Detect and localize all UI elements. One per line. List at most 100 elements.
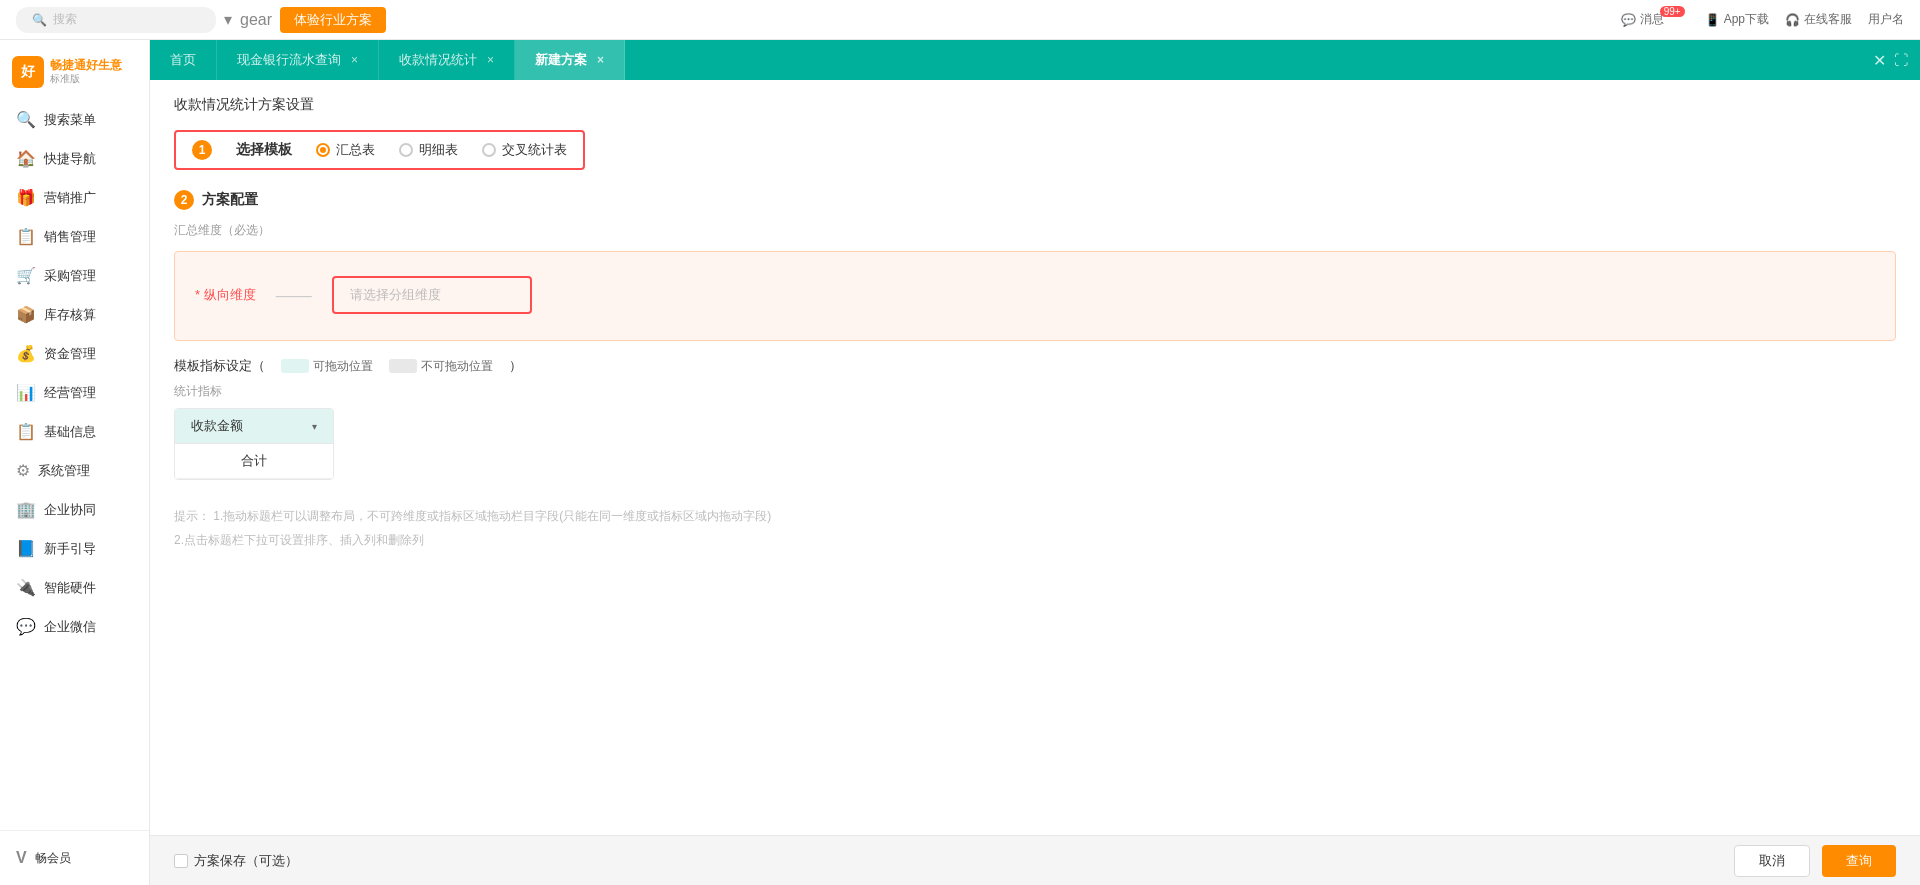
- drag-icon-box: [281, 359, 309, 373]
- download-area[interactable]: 📱 App下载: [1705, 11, 1769, 28]
- main-area: 首页 现金银行流水查询 × 收款情况统计 × 新建方案 × ✕ ⛶: [150, 40, 1920, 885]
- tab-bar: 首页 现金银行流水查询 × 收款情况统计 × 新建方案 × ✕ ⛶: [150, 40, 1920, 80]
- dim-input-box[interactable]: 请选择分组维度: [332, 276, 532, 314]
- notification-area[interactable]: 💬 消息 99+: [1621, 11, 1689, 28]
- header-left: 🔍 搜索 ▾ gear 体验行业方案: [16, 7, 386, 33]
- sidebar-item-guide[interactable]: 📘 新手引导: [0, 529, 149, 568]
- non-draggable-label: 不可拖动位置: [421, 358, 493, 375]
- page-content: 收款情况统计方案设置 1 选择模板 汇总表: [150, 80, 1920, 885]
- metrics-grid: 收款金额 ▾ 合计: [174, 408, 334, 480]
- sidebar-label-marketing: 营销推广: [44, 189, 96, 207]
- page-title: 收款情况统计方案设置: [174, 96, 1896, 114]
- metrics-dropdown-arrow[interactable]: ▾: [312, 421, 317, 432]
- sidebar-logo: 好 畅捷通好生意 标准版: [0, 48, 149, 100]
- download-icon: 📱: [1705, 13, 1720, 27]
- radio-summary[interactable]: 汇总表: [316, 141, 375, 159]
- top-search-bar[interactable]: 🔍 搜索: [16, 7, 216, 33]
- metrics-label-suffix: ）: [509, 357, 522, 375]
- sidebar-item-search-menu[interactable]: 🔍 搜索菜单: [0, 100, 149, 139]
- dropdown-arrow-icon[interactable]: ▾: [224, 10, 232, 29]
- system-icon: ⚙: [16, 461, 30, 480]
- dim-selector-area: 纵向维度 —— 请选择分组维度: [174, 251, 1896, 341]
- dim-row: 纵向维度 —— 请选择分组维度: [195, 276, 1875, 314]
- tab-new-plan[interactable]: 新建方案 ×: [515, 40, 625, 80]
- tab-window-close-icon[interactable]: ✕: [1873, 51, 1886, 70]
- dim-placeholder: 请选择分组维度: [350, 287, 441, 302]
- tab-receipt-stats[interactable]: 收款情况统计 ×: [379, 40, 515, 80]
- save-option[interactable]: 方案保存（可选）: [174, 852, 298, 870]
- cancel-button[interactable]: 取消: [1734, 845, 1810, 877]
- metrics-header-text: 收款金额: [191, 417, 243, 435]
- logo-icon: 好: [12, 56, 44, 88]
- finance-icon: 💰: [16, 344, 36, 363]
- sidebar-item-finance[interactable]: 💰 资金管理: [0, 334, 149, 373]
- sidebar-label-inventory: 库存核算: [44, 306, 96, 324]
- industry-btn[interactable]: 体验行业方案: [280, 7, 386, 33]
- sidebar-item-marketing[interactable]: 🎁 营销推广: [0, 178, 149, 217]
- tab-bank-flow[interactable]: 现金银行流水查询 ×: [217, 40, 379, 80]
- save-checkbox[interactable]: [174, 854, 188, 868]
- marketing-icon: 🎁: [16, 188, 36, 207]
- sidebar-item-member[interactable]: V 畅会员: [0, 839, 149, 877]
- metrics-section: 模板指标设定（ 可拖动位置 不可拖动位置 ）: [174, 357, 1896, 480]
- no-drag-icon-box: [389, 359, 417, 373]
- page-inner: 收款情况统计方案设置 1 选择模板 汇总表: [150, 80, 1920, 835]
- sidebar-label-smart-hw: 智能硬件: [44, 579, 96, 597]
- template-options: 1 选择模板 汇总表 明细表: [174, 130, 585, 170]
- query-button[interactable]: 查询: [1822, 845, 1896, 877]
- tab-home[interactable]: 首页: [150, 40, 217, 80]
- sidebar-item-corp-collab[interactable]: 🏢 企业协同: [0, 490, 149, 529]
- support-area[interactable]: 🎧 在线客服: [1785, 11, 1852, 28]
- main-layout: 好 畅捷通好生意 标准版 🔍 搜索菜单 🏠 快捷导航 🎁 营销推广 📋 销售管理…: [0, 40, 1920, 885]
- sidebar-label-sales: 销售管理: [44, 228, 96, 246]
- search-menu-icon: 🔍: [16, 110, 36, 129]
- operation-icon: 📊: [16, 383, 36, 402]
- plan-config-section: 汇总维度（必选） 纵向维度 —— 请选择分组维度: [174, 222, 1896, 552]
- corp-collab-icon: 🏢: [16, 500, 36, 519]
- metrics-category-label: 统计指标: [174, 383, 334, 400]
- metrics-grid-header[interactable]: 收款金额 ▾: [175, 409, 333, 444]
- message-icon: 💬: [1621, 13, 1636, 27]
- sidebar-item-smart-hw[interactable]: 🔌 智能硬件: [0, 568, 149, 607]
- sidebar-item-purchase[interactable]: 🛒 采购管理: [0, 256, 149, 295]
- notification-badge: 99+: [1660, 6, 1685, 17]
- tab-window-expand-icon[interactable]: ⛶: [1894, 52, 1908, 68]
- search-icon: 🔍: [32, 13, 47, 27]
- member-icon: V: [16, 849, 27, 867]
- sidebar-label-guide: 新手引导: [44, 540, 96, 558]
- quick-nav-icon: 🏠: [16, 149, 36, 168]
- metrics-category-area: 统计指标 收款金额 ▾ 合计: [174, 383, 334, 480]
- tab-bank-flow-close[interactable]: ×: [351, 54, 358, 66]
- tab-receipt-stats-close[interactable]: ×: [487, 54, 494, 66]
- step2-section: 2 方案配置 汇总维度（必选） 纵向维度 ——: [174, 190, 1896, 552]
- basic-info-icon: 📋: [16, 422, 36, 441]
- step1-header: 1 选择模板 汇总表 明细表: [174, 130, 1896, 170]
- radio-cross-label: 交叉统计表: [502, 141, 567, 159]
- tab-new-plan-close[interactable]: ×: [597, 54, 604, 66]
- purchase-icon: 🛒: [16, 266, 36, 285]
- sidebar-bottom: V 畅会员: [0, 830, 149, 885]
- sidebar-item-inventory[interactable]: 📦 库存核算: [0, 295, 149, 334]
- top-header: 🔍 搜索 ▾ gear 体验行业方案 💬 消息 99+ 📱 App下载 🎧 在线…: [0, 0, 1920, 40]
- header-right: 💬 消息 99+ 📱 App下载 🎧 在线客服 用户名: [1621, 11, 1904, 28]
- metrics-label: 模板指标设定（ 可拖动位置 不可拖动位置 ）: [174, 357, 1896, 375]
- sidebar-item-corp-wechat[interactable]: 💬 企业微信: [0, 607, 149, 646]
- sidebar-item-operation[interactable]: 📊 经营管理: [0, 373, 149, 412]
- sidebar-item-basic-info[interactable]: 📋 基础信息: [0, 412, 149, 451]
- sidebar-item-sales[interactable]: 📋 销售管理: [0, 217, 149, 256]
- sidebar-label-finance: 资金管理: [44, 345, 96, 363]
- radio-cross[interactable]: 交叉统计表: [482, 141, 567, 159]
- logo-text-area: 畅捷通好生意 标准版: [50, 58, 122, 86]
- tab-new-plan-label: 新建方案: [535, 51, 587, 69]
- inventory-icon: 📦: [16, 305, 36, 324]
- user-name[interactable]: 用户名: [1868, 11, 1904, 28]
- sidebar: 好 畅捷通好生意 标准版 🔍 搜索菜单 🏠 快捷导航 🎁 营销推广 📋 销售管理…: [0, 40, 150, 885]
- support-icon: 🎧: [1785, 13, 1800, 27]
- sidebar-item-quick-nav[interactable]: 🏠 快捷导航: [0, 139, 149, 178]
- sidebar-item-system[interactable]: ⚙ 系统管理: [0, 451, 149, 490]
- gear-icon[interactable]: gear: [240, 11, 272, 29]
- sidebar-label-purchase: 采购管理: [44, 267, 96, 285]
- step1-label: 选择模板: [236, 141, 292, 159]
- radio-detail[interactable]: 明细表: [399, 141, 458, 159]
- dim-label-text: 汇总维度（必选）: [174, 223, 270, 237]
